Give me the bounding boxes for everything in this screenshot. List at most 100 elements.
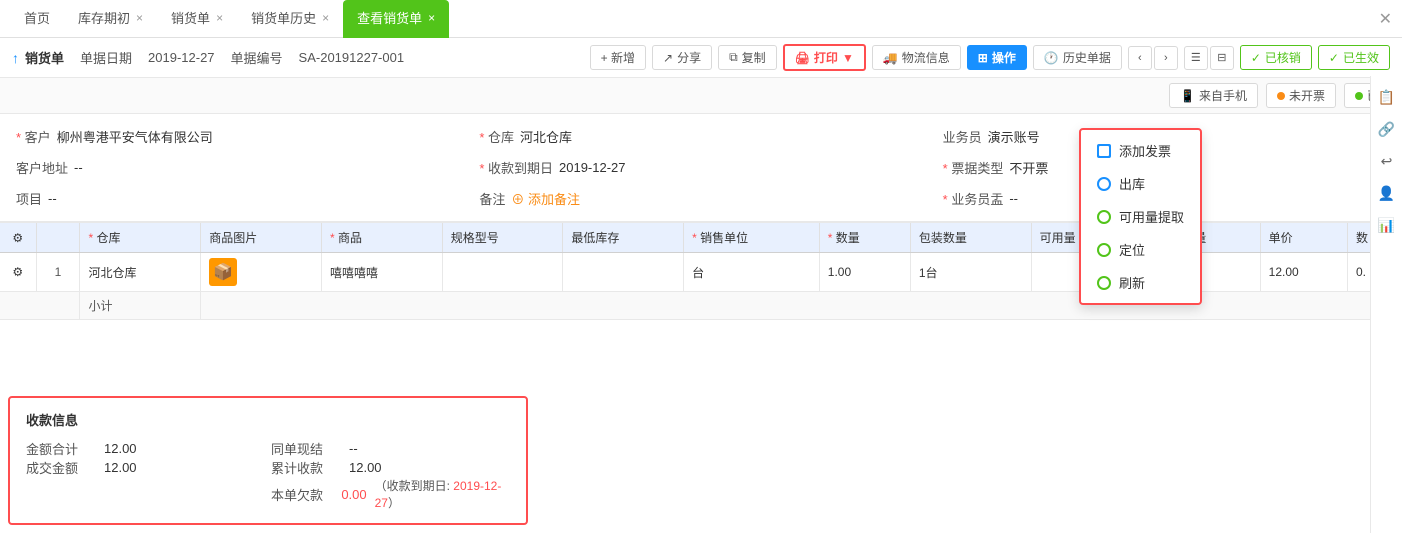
cumulative-receipt-row: 累计收款 12.00	[271, 458, 510, 477]
tab-view-sales-order-close[interactable]: ×	[428, 11, 435, 25]
row-min-stock	[563, 253, 684, 292]
invoice-type-label: 票据类型	[943, 158, 1004, 177]
row-model	[442, 253, 563, 292]
new-button[interactable]: + 新增	[590, 45, 646, 70]
outbound-label: 出库	[1119, 174, 1145, 193]
row-product: 嘻嘻嘻嘻	[321, 253, 442, 292]
row-settings[interactable]: ⚙	[0, 253, 36, 292]
tab-sales-order-history[interactable]: 销货单历史 ×	[237, 0, 343, 38]
toolbar-actions: + 新增 ↗ 分享 ⧉ 复制 🖨 打印 ▼ 🚚 物流信息	[590, 44, 1390, 71]
project-row: 项目 --	[16, 186, 459, 211]
prev-button[interactable]: ‹	[1128, 46, 1152, 70]
available-qty-menu-item[interactable]: 可用量提取	[1081, 200, 1200, 233]
product-col-header: * 商品	[321, 223, 442, 253]
bottom-info-grid: 金额合计 12.00 成交金额 12.00 同单现结 -- 累计收款	[26, 439, 510, 511]
customer-address-label: 客户地址	[16, 158, 68, 177]
row-sales-unit: 台	[684, 253, 820, 292]
quantity-col-header: * 数量	[819, 223, 910, 253]
subtotal-cell: 小计	[80, 292, 201, 320]
bottom-info-panel: 收款信息 金额合计 12.00 成交金额 12.00 同单现结 --	[8, 396, 528, 525]
outstanding-note: （收款到期日: 2019-12-27）	[375, 477, 510, 511]
print-button[interactable]: 🖨 打印 ▼	[783, 44, 866, 71]
row-unit-price: 12.00	[1260, 253, 1347, 292]
salesperson-label: 业务员	[943, 127, 982, 146]
row-product-img: 📦	[201, 253, 322, 292]
main-content: ↑ 销货单 单据日期 2019-12-27 单据编号 SA-20191227-0…	[0, 38, 1402, 533]
same-order-row: 同单现结 --	[271, 439, 510, 458]
outbound-icon	[1097, 177, 1111, 191]
outstanding-label: 本单欠款	[271, 485, 333, 504]
doc-no-label: 单据编号	[231, 48, 283, 67]
tab-sales-order[interactable]: 销货单 ×	[157, 0, 237, 38]
payment-date-label: 收款到期日	[479, 158, 553, 177]
print-dropdown-icon: ▼	[842, 51, 854, 65]
tab-view-sales-order[interactable]: 查看销货单 ×	[343, 0, 449, 38]
sidebar-icon-1[interactable]: 📋	[1374, 84, 1400, 110]
grid-view-button[interactable]: ⊟	[1210, 46, 1234, 70]
sidebar-icon-4[interactable]: 👤	[1374, 180, 1400, 206]
total-amount-row: 金额合计 12.00	[26, 439, 265, 458]
print-icon: 🖨	[795, 51, 810, 65]
not-opened-button[interactable]: 未开票	[1266, 83, 1336, 108]
outbound-menu-item[interactable]: 出库	[1081, 167, 1200, 200]
cancelled-button[interactable]: ✓ 已核销	[1240, 45, 1312, 70]
remarks-label: 备注	[479, 189, 505, 208]
cumulative-receipt-label: 累计收款	[271, 458, 341, 477]
copy-button[interactable]: ⧉ 复制	[718, 45, 777, 70]
add-invoice-menu-item[interactable]: 添加发票	[1081, 134, 1200, 167]
locate-menu-item[interactable]: 定位	[1081, 233, 1200, 266]
mobile-button[interactable]: 📱 来自手机	[1169, 83, 1258, 108]
tab-sales-order-close[interactable]: ×	[216, 11, 223, 25]
share-button[interactable]: ↗ 分享	[652, 45, 712, 70]
available-qty-label: 可用量提取	[1119, 207, 1184, 226]
sales-unit-col-header: * 销售单位	[684, 223, 820, 253]
logistics-button[interactable]: 🚚 物流信息	[872, 45, 961, 70]
add-invoice-label: 添加发票	[1119, 141, 1171, 160]
model-col-header: 规格型号	[442, 223, 563, 253]
refresh-icon	[1097, 276, 1111, 290]
subtotal-spacer	[201, 292, 1402, 320]
payment-date-value: 2019-12-27	[559, 160, 626, 175]
share-icon: ↗	[663, 51, 673, 65]
list-view-button[interactable]: ☰	[1184, 46, 1208, 70]
deal-amount-value: 12.00	[104, 460, 137, 475]
effective-button[interactable]: ✓ 已生效	[1318, 45, 1390, 70]
salesperson2-label: 业务员盂	[943, 189, 1004, 208]
warehouse-value: 河北仓库	[520, 127, 572, 146]
payment-date-row: 收款到期日 2019-12-27	[479, 155, 922, 180]
outstanding-row: 本单欠款 0.00 （收款到期日: 2019-12-27）	[271, 477, 510, 511]
bottom-right-col: 同单现结 -- 累计收款 12.00 本单欠款 0.00 （收款到期日: 201…	[271, 439, 510, 511]
sidebar-icon-3[interactable]: ↩	[1374, 148, 1400, 174]
window-close-button[interactable]: ✕	[1379, 9, 1392, 29]
row-seq: 1	[36, 253, 80, 292]
grid-icon: ⊞	[978, 51, 988, 65]
next-button[interactable]: ›	[1154, 46, 1178, 70]
total-amount-label: 金额合计	[26, 439, 96, 458]
check-icon: ✓	[1251, 51, 1261, 65]
operate-button[interactable]: ⊞ 操作	[967, 45, 1027, 70]
tab-bar: 首页 库存期初 × 销货单 × 销货单历史 × 查看销货单 × ✕	[0, 0, 1402, 38]
sidebar-icon-5[interactable]: 📊	[1374, 212, 1400, 238]
customer-label: 客户	[16, 127, 51, 146]
doc-date-label: 单据日期	[80, 48, 132, 67]
operate-dropdown-menu: 添加发票 出库 可用量提取 定位 刷新	[1079, 128, 1202, 305]
seq-col-header	[36, 223, 80, 253]
tab-inventory-init-close[interactable]: ×	[136, 11, 143, 25]
doc-date-value: 2019-12-27	[148, 50, 215, 65]
history-button[interactable]: 🕐 历史单据	[1033, 45, 1122, 70]
doc-icon: ↑	[12, 50, 19, 66]
add-invoice-icon	[1097, 144, 1111, 158]
tab-home[interactable]: 首页	[10, 0, 64, 38]
row-quantity: 1.00	[819, 253, 910, 292]
deal-amount-label: 成交金额	[26, 458, 96, 477]
doc-info: ↑ 销货单 单据日期 2019-12-27 单据编号 SA-20191227-0…	[12, 48, 582, 67]
salesperson-value: 演示账号	[988, 127, 1040, 146]
sidebar-icon-2[interactable]: 🔗	[1374, 116, 1400, 142]
tab-inventory-init[interactable]: 库存期初 ×	[64, 0, 157, 38]
cumulative-receipt-value: 12.00	[349, 460, 382, 475]
tab-sales-order-history-close[interactable]: ×	[322, 11, 329, 25]
subtotal-label	[0, 292, 80, 320]
add-remark-button[interactable]: ⊕ 添加备注	[511, 189, 580, 208]
refresh-label: 刷新	[1119, 273, 1145, 292]
refresh-menu-item[interactable]: 刷新	[1081, 266, 1200, 299]
